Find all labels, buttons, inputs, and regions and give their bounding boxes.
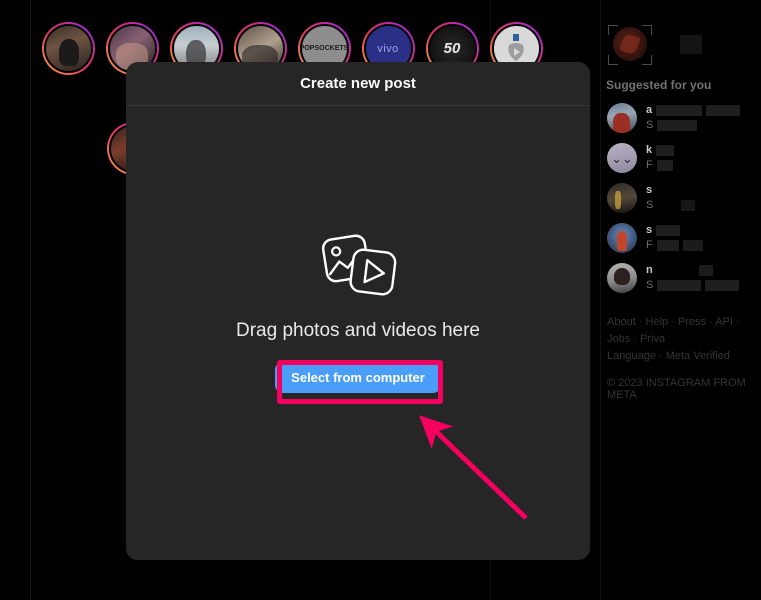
suggestion-text: n S	[646, 265, 740, 291]
suggestion-subtitle: S	[646, 279, 740, 291]
username-initial: s	[646, 224, 653, 236]
suggestion-subtitle: F	[646, 160, 674, 171]
story-avatar-icon	[43, 24, 93, 73]
story-item[interactable]	[40, 22, 96, 80]
modal-header: Create new post	[126, 62, 590, 106]
suggestion-text: s S	[646, 185, 696, 211]
layout-divider-right	[600, 0, 601, 600]
photo-video-glyph	[321, 234, 397, 296]
subtitle-initial: F	[646, 239, 653, 251]
avatar[interactable]	[607, 183, 637, 213]
subtitle-redacted	[656, 240, 679, 251]
username-redacted	[706, 105, 741, 116]
avatar[interactable]	[607, 223, 637, 253]
photo-video-icon	[319, 233, 397, 302]
select-from-computer-button[interactable]: Select from computer	[275, 362, 441, 393]
suggestion-text: k F	[646, 144, 675, 171]
avatar[interactable]	[607, 103, 637, 133]
create-new-post-modal: Create new post Drag photos and videos h…	[126, 62, 590, 560]
subtitle-initial: F	[646, 159, 653, 171]
footer-line-1[interactable]: About · Help · Press · API · Jobs · Priv…	[607, 314, 761, 348]
subtitle-redacted	[657, 120, 698, 131]
footer-line-2[interactable]: Language · Meta Verified	[607, 348, 761, 365]
username-initial: s	[646, 184, 653, 196]
username-redacted	[680, 35, 702, 54]
username-initial: a	[646, 104, 653, 116]
right-sidebar: Suggested for you a S ⌄⌄ k F s S s F n S…	[604, 22, 761, 401]
subtitle-redacted	[682, 240, 703, 251]
username-redacted	[656, 105, 703, 116]
subtitle-initial: S	[646, 199, 654, 211]
avatar[interactable]: ⌄⌄	[607, 143, 637, 173]
suggestion-username: a	[646, 104, 741, 116]
list-item[interactable]: ⌄⌄ k F	[604, 138, 761, 178]
motorola-brand-text: 50	[443, 40, 461, 57]
current-account-row[interactable]	[604, 22, 761, 66]
drop-zone-message: Drag photos and videos here	[236, 320, 480, 341]
username-redacted	[656, 145, 675, 156]
subtitle-redacted	[657, 280, 702, 291]
subtitle-redacted	[656, 160, 673, 171]
username-redacted	[656, 225, 681, 236]
suggestion-subtitle: F	[646, 240, 703, 251]
suggestion-subtitle: S	[646, 120, 740, 131]
username-redacted	[698, 265, 713, 276]
chevron-down-icon: ⌄⌄	[611, 150, 633, 166]
list-item[interactable]: s F	[604, 218, 761, 258]
avatar[interactable]	[607, 263, 637, 293]
suggestion-username: s	[646, 225, 703, 236]
vivo-brand-text: vivo	[377, 42, 399, 55]
layout-divider-left	[30, 0, 31, 600]
subtitle-initial: S	[646, 279, 654, 291]
drop-zone[interactable]: Drag photos and videos here Select from …	[126, 106, 590, 560]
avatar[interactable]	[613, 27, 647, 61]
subtitle-initial: S	[646, 119, 654, 131]
instagram-page: su POPSOCKETS vivo	[0, 0, 761, 600]
subtitle-redacted	[681, 200, 696, 211]
page-title: Create new post	[300, 75, 416, 92]
subtitle-redacted	[705, 280, 740, 291]
list-item[interactable]: n S	[604, 258, 761, 298]
suggestion-username: n	[646, 265, 739, 276]
suggestion-text: a S	[646, 104, 741, 131]
list-item[interactable]: s S	[604, 178, 761, 218]
copyright-text: © 2023 INSTAGRAM FROM META	[607, 377, 746, 401]
perfume-bottle-glyph	[508, 33, 524, 61]
list-item[interactable]: a S	[604, 98, 761, 138]
story-ring	[41, 22, 95, 75]
username-initial: k	[646, 144, 653, 156]
footer-links: About · Help · Press · API · Jobs · Priv…	[604, 314, 761, 365]
suggestion-username: s	[646, 185, 695, 196]
suggestion-username: k	[646, 144, 675, 156]
suggestion-text: s F	[646, 225, 703, 251]
suggested-for-you-heading: Suggested for you	[606, 78, 712, 92]
suggestion-subtitle: S	[646, 199, 696, 211]
username-initial: n	[646, 264, 653, 276]
